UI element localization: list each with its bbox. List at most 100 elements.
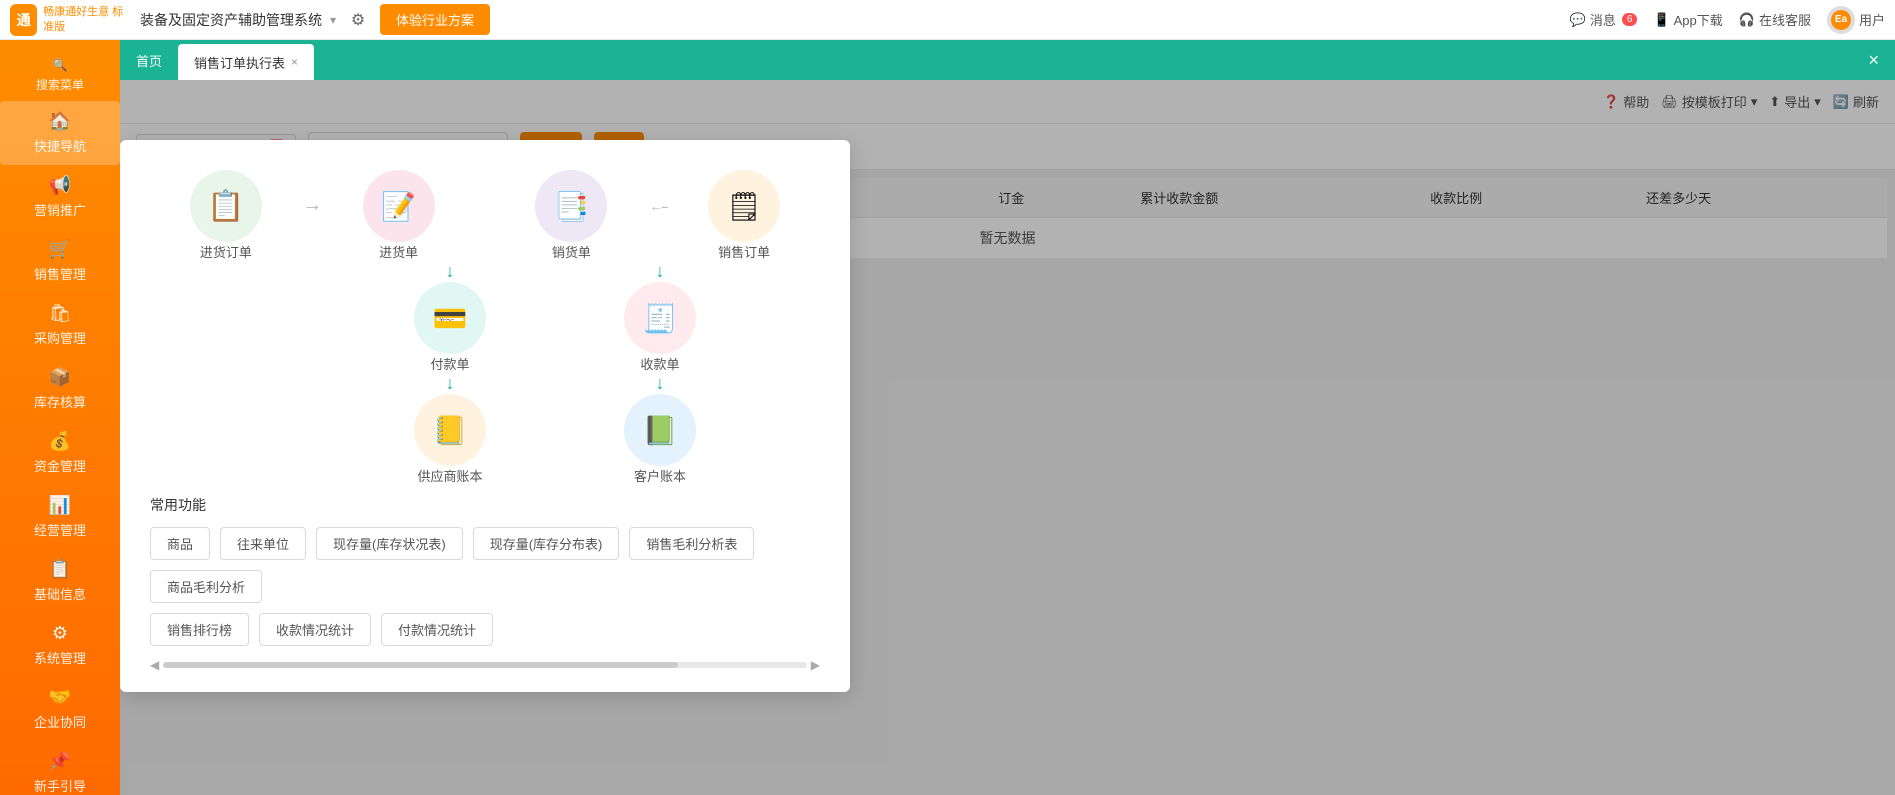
down-arrow-3-icon: ↓: [656, 261, 665, 281]
inventory-icon: 📦: [49, 367, 71, 388]
sidebar-item-quicknav[interactable]: 🏠 快捷导航: [0, 101, 120, 165]
tabs-bar: 首页 销售订单执行表 × ×: [120, 40, 1895, 80]
sidebar-item-label: 新手引导: [34, 776, 86, 795]
receipt-bill-circle: 🧾: [624, 282, 696, 354]
customer-ledger-label: 客户账本: [634, 466, 686, 485]
modal-scrollbar: ◀ ▶: [150, 658, 820, 672]
common-functions-title: 常用功能: [150, 495, 820, 515]
scrollbar-right-arrow[interactable]: ▶: [811, 658, 820, 672]
logo-area: 通 畅康通好生意 标准版: [10, 4, 130, 36]
func-btn-receipt-stats[interactable]: 收款情况统计: [259, 613, 371, 646]
sales-order-icon: 🗒: [726, 190, 762, 223]
gear-icon[interactable]: ⚙: [344, 6, 372, 34]
sidebar-item-guide[interactable]: 📌 新手引导: [0, 741, 120, 795]
func-btn-trading-unit[interactable]: 往来单位: [220, 527, 306, 560]
search-menu-label: 搜索菜单: [36, 76, 84, 93]
flow-arrows-row: ↓ ↓: [160, 261, 810, 282]
tab-sales-order-exec[interactable]: 销售订单执行表 ×: [178, 44, 314, 80]
func-btn-payment-stats[interactable]: 付款情况统计: [381, 613, 493, 646]
supplier-ledger-node[interactable]: 📒 供应商账本: [370, 394, 530, 485]
sidebar-item-collab[interactable]: 🤝 企业协同: [0, 677, 120, 741]
top-header: 通 畅康通好生意 标准版 装备及固定资产辅助管理系统 ▾ ⚙ 体验行业方案 💬 …: [0, 0, 1895, 40]
sales-bill-icon: 📑: [554, 190, 589, 223]
down-arrow-4-icon: ↓: [446, 373, 455, 393]
sidebar-item-sales[interactable]: 🛒 销售管理: [0, 229, 120, 293]
dropdown-arrow-icon[interactable]: ▾: [330, 13, 336, 27]
search-menu-item[interactable]: 🔍 搜索菜单: [0, 50, 120, 101]
receipt-bill-node[interactable]: 🧾 收款单: [580, 282, 740, 373]
app-icon: 📱: [1653, 12, 1669, 28]
purchase-order-label: 进货订单: [200, 242, 252, 261]
func-btn-inventory-status[interactable]: 现存量(库存状况表): [316, 527, 463, 560]
page-content: ❓ 帮助 🖨 按模板打印 ▾ ⬆ 导出 ▾ 🔄 刷新: [120, 80, 1895, 795]
sales-order-node[interactable]: 🗒 销售订单: [678, 170, 810, 261]
system-title: 装备及固定资产辅助管理系统: [140, 10, 322, 30]
purchase-order-circle: 📋: [190, 170, 262, 242]
window-close-btn[interactable]: ×: [1852, 40, 1895, 80]
sales-bill-node[interactable]: 📑 销货单: [506, 170, 638, 261]
trial-button[interactable]: 体验行业方案: [380, 4, 490, 35]
flow-row-2: 💳 付款单 🧾 收款单: [160, 282, 810, 373]
func-btn-inventory-dist[interactable]: 现存量(库存分布表): [473, 527, 620, 560]
sidebar-item-purchase[interactable]: 🛍 采购管理: [0, 293, 120, 357]
down-arrow-2-icon: ↓: [446, 261, 455, 281]
customer-ledger-circle: 📗: [624, 394, 696, 466]
app-download-btn[interactable]: 📱 App下载: [1653, 10, 1722, 29]
customer-ledger-node[interactable]: 📗 客户账本: [580, 394, 740, 485]
func-btn-sales-ranking[interactable]: 销售排行榜: [150, 613, 249, 646]
purchase-bill-label: 进货单: [379, 242, 418, 261]
func-btn-product[interactable]: 商品: [150, 527, 210, 560]
sidebar-item-label: 经营管理: [34, 520, 86, 539]
modal-overlay: 📋 进货订单 → 📝: [120, 80, 1895, 795]
system-icon: ⚙: [52, 623, 68, 644]
sidebar-item-label: 销售管理: [34, 264, 86, 283]
sales-icon: 🛒: [49, 239, 71, 260]
sidebar-item-label: 资金管理: [34, 456, 86, 475]
function-buttons-row-1: 商品 往来单位 现存量(库存状况表) 现存量(库存分布表) 销售毛利分析表 商品…: [150, 527, 820, 603]
tab-close-icon[interactable]: ×: [291, 55, 298, 69]
sidebar-item-inventory[interactable]: 📦 库存核算: [0, 357, 120, 421]
func-btn-product-margin[interactable]: 商品毛利分析: [150, 570, 262, 603]
sidebar-item-basicinfo[interactable]: 📋 基础信息: [0, 549, 120, 613]
sidebar-item-system[interactable]: ⚙ 系统管理: [0, 613, 120, 677]
modal-box: 📋 进货订单 → 📝: [120, 140, 850, 692]
func-btn-sales-margin[interactable]: 销售毛利分析表: [629, 527, 754, 560]
sidebar-item-label: 营销推广: [34, 200, 86, 219]
app-download-label: App下载: [1674, 10, 1723, 29]
tab-home[interactable]: 首页: [120, 40, 178, 80]
receipt-bill-icon: 🧾: [643, 302, 678, 335]
scrollbar-track[interactable]: [163, 662, 807, 668]
payment-bill-node[interactable]: 💳 付款单: [370, 282, 530, 373]
receipt-bill-label: 收款单: [640, 354, 679, 373]
sidebar-item-label: 采购管理: [34, 328, 86, 347]
payment-bill-label: 付款单: [430, 354, 469, 373]
flow-row-3: 📒 供应商账本 📗 客户账本: [160, 394, 810, 485]
online-service-label: 在线客服: [1759, 10, 1811, 29]
sidebar-item-label: 快捷导航: [34, 136, 86, 155]
guide-icon: 📌: [49, 751, 71, 772]
user-menu[interactable]: Ea 用户: [1827, 6, 1885, 34]
system-title-area: 装备及固定资产辅助管理系统 ▾ ⚙ 体验行业方案: [130, 4, 1570, 35]
sidebar-item-finance[interactable]: 💰 资金管理: [0, 421, 120, 485]
operations-icon: 📊: [49, 495, 71, 516]
online-service-btn[interactable]: 🎧 在线客服: [1739, 10, 1811, 29]
sidebar-item-operations[interactable]: 📊 经营管理: [0, 485, 120, 549]
purchase-order-node[interactable]: 📋 进货订单: [160, 170, 292, 261]
sidebar-item-label: 系统管理: [34, 648, 86, 667]
down-arrow-node5: ↓: [580, 373, 740, 394]
sidebar: 🔍 搜索菜单 🏠 快捷导航 📢 营销推广 🛒 销售管理 🛍 采购管理 📦 库存核…: [0, 40, 120, 795]
message-btn[interactable]: 💬 消息 6: [1570, 10, 1638, 29]
home-icon: 🏠: [49, 111, 71, 132]
logo-text: 畅康通好生意 标准版: [43, 5, 130, 34]
logo-icon: 通: [10, 4, 37, 36]
arrow-1-icon: →: [292, 194, 333, 237]
purchase-order-icon: 📋: [207, 189, 244, 224]
message-icon: 💬: [1570, 12, 1586, 28]
home-tab-label: 首页: [136, 51, 162, 70]
payment-bill-circle: 💳: [414, 282, 486, 354]
message-label: 消息: [1590, 10, 1616, 29]
scrollbar-left-arrow[interactable]: ◀: [150, 658, 159, 672]
sidebar-item-marketing[interactable]: 📢 营销推广: [0, 165, 120, 229]
purchase-bill-node[interactable]: 📝 进货单: [333, 170, 465, 261]
sidebar-item-label: 库存核算: [34, 392, 86, 411]
